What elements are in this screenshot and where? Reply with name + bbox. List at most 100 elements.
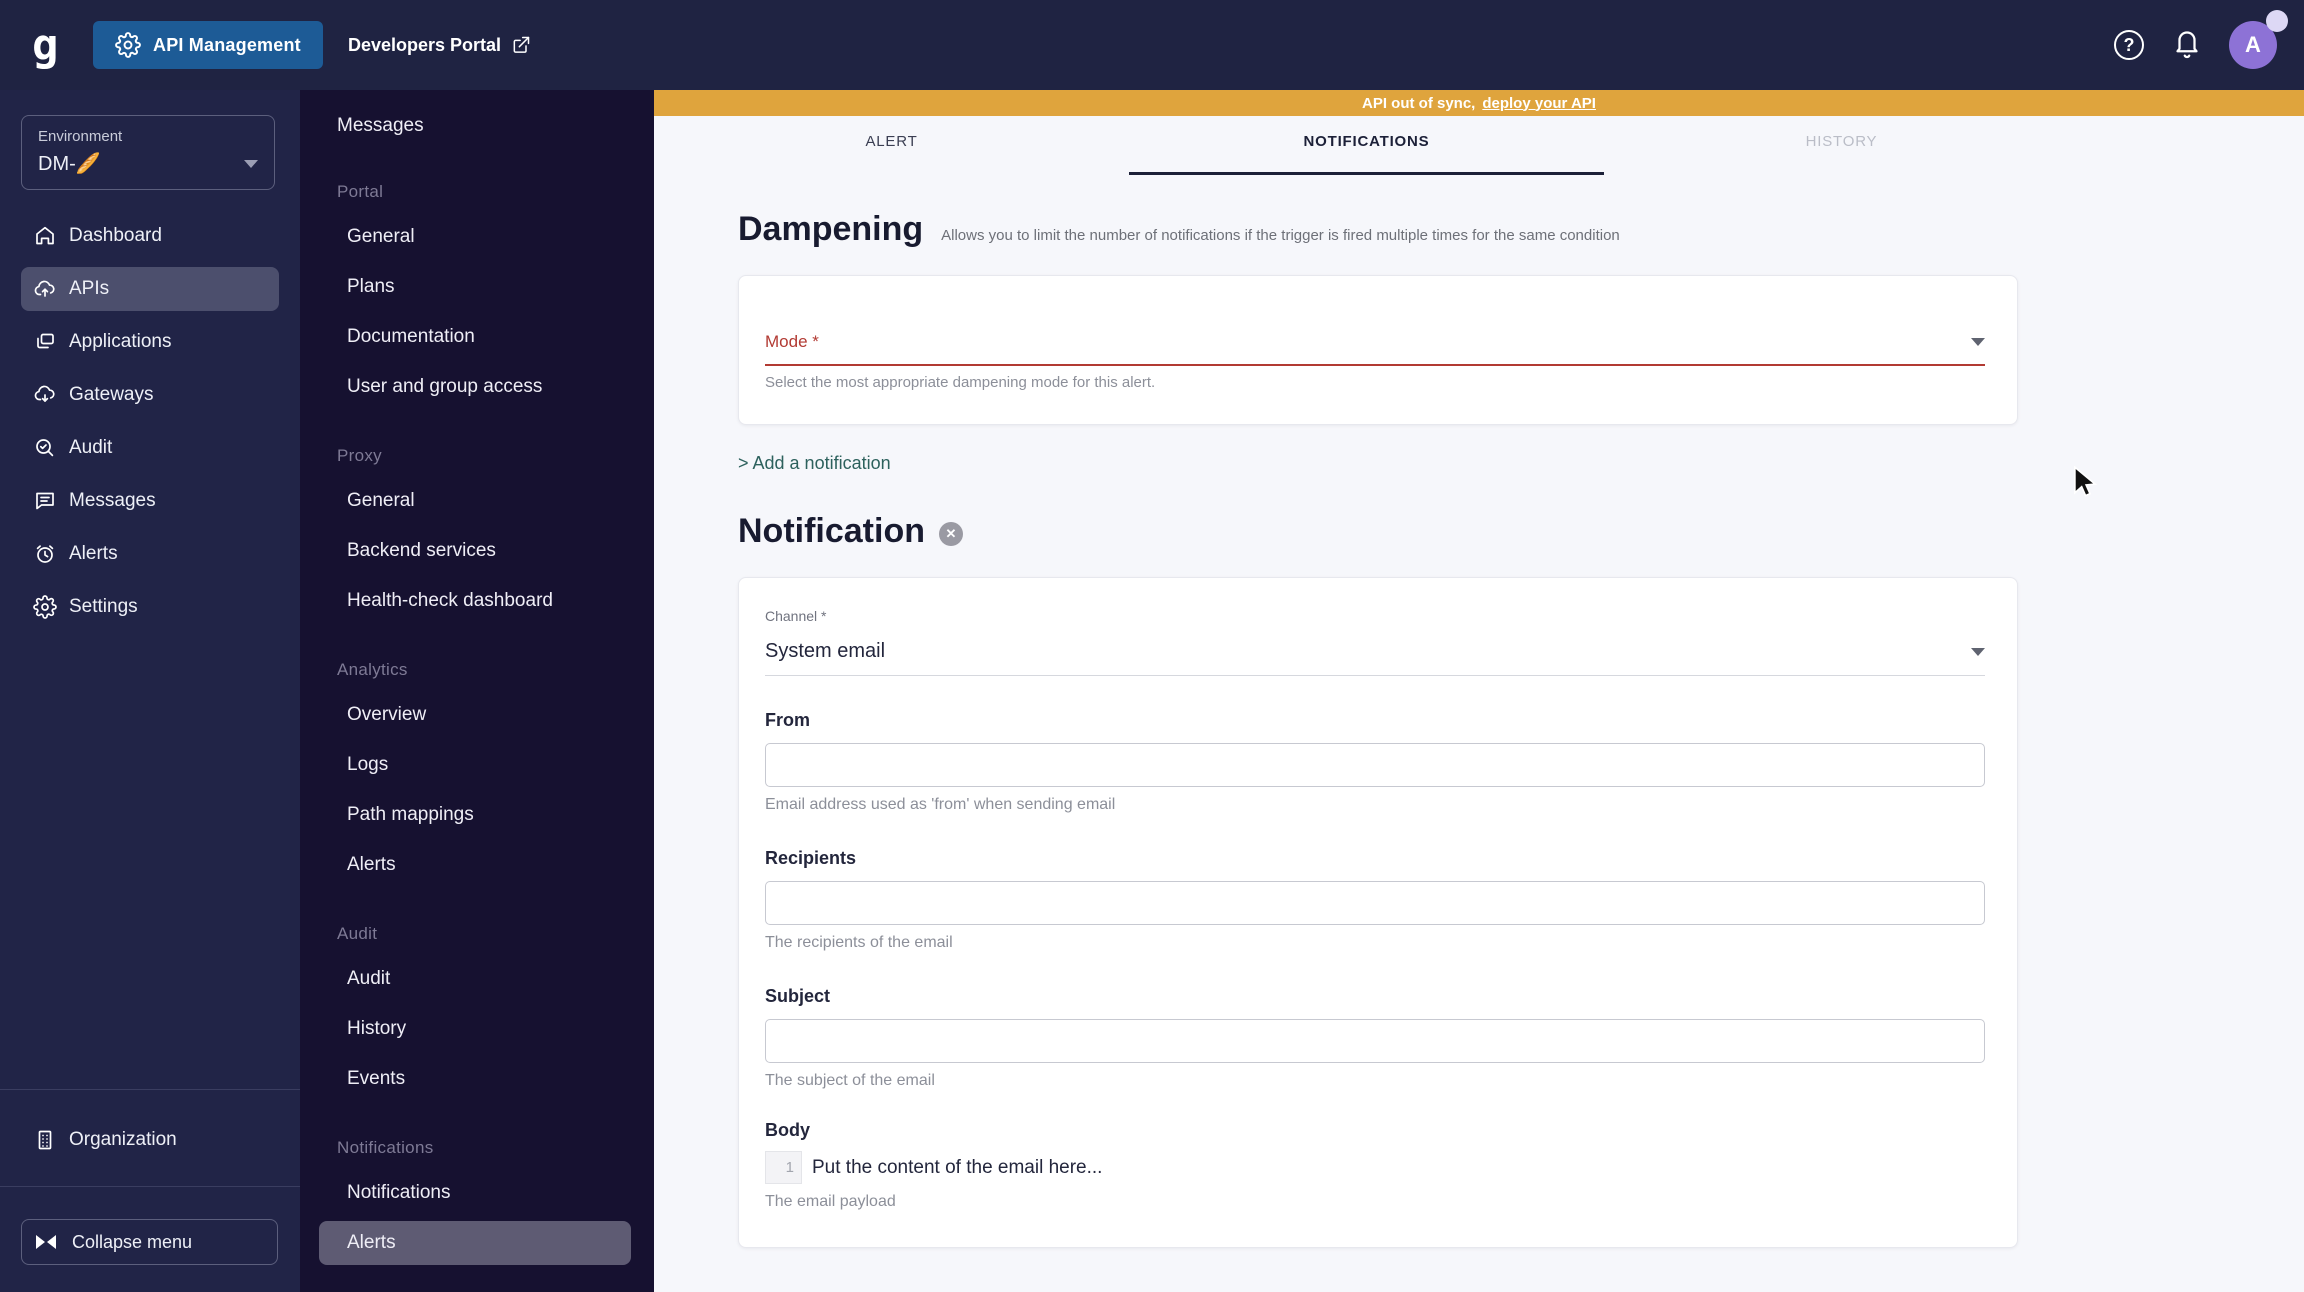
recipients-hint: The recipients of the email — [765, 934, 953, 951]
from-label: From — [765, 710, 810, 730]
cloud-download-icon — [34, 385, 55, 402]
subnav-item-logs[interactable]: Logs — [300, 740, 654, 790]
from-input[interactable] — [765, 743, 1985, 787]
bell-icon — [2176, 31, 2198, 59]
collapse-icon — [34, 1235, 58, 1249]
subnav-item-history[interactable]: History — [300, 1004, 654, 1054]
notifications-tab-content: Dampening Allows you to limit the number… — [654, 180, 2304, 1248]
sidebar-item-label: Audit — [69, 437, 113, 458]
sidebar-item-label: APIs — [69, 278, 110, 299]
subnav-item-backend-services[interactable]: Backend services — [300, 526, 654, 576]
subnav-item-analytics-alerts[interactable]: Alerts — [300, 840, 654, 890]
subnav-section-analytics: Analytics — [337, 660, 408, 679]
chevron-down-icon — [1971, 647, 1985, 656]
tab-notifications[interactable]: NOTIFICATIONS — [1129, 116, 1604, 180]
subnav-item-overview[interactable]: Overview — [300, 690, 654, 740]
subnav-item-alerts-active[interactable]: Alerts — [319, 1221, 631, 1265]
developers-portal-link[interactable]: Developers Portal — [348, 0, 531, 90]
subnav-item-proxy-general[interactable]: General — [300, 476, 654, 526]
environment-label: Environment — [38, 128, 123, 145]
avatar-letter: A — [2245, 32, 2261, 57]
subnav-item-messages[interactable]: Messages — [300, 104, 654, 148]
tab-bar: ALERT NOTIFICATIONS HISTORY — [654, 116, 2079, 180]
channel-value: System email — [765, 640, 886, 662]
sidebar-item-dashboard[interactable]: Dashboard — [21, 214, 279, 258]
close-icon: ✕ — [945, 525, 957, 541]
subnav-section-audit: Audit — [337, 924, 378, 943]
collapse-menu-button[interactable]: Collapse menu — [21, 1219, 278, 1265]
from-hint: Email address used as 'from' when sendin… — [765, 796, 1116, 813]
dampening-subtitle: Allows you to limit the number of notifi… — [941, 227, 1620, 244]
add-notification-link[interactable]: > Add a notification — [738, 453, 891, 474]
subnav-item-plans[interactable]: Plans — [300, 262, 654, 312]
collapse-menu-label: Collapse menu — [72, 1231, 193, 1252]
sidebar-item-applications[interactable]: Applications — [21, 320, 279, 364]
sidebar-item-audit[interactable]: Audit — [21, 426, 279, 470]
notification-title: Notification — [738, 512, 925, 550]
api-management-button[interactable]: API Management — [93, 21, 323, 69]
avatar-status-dot — [2266, 10, 2288, 32]
sidebar-item-label: Settings — [69, 596, 138, 617]
remove-notification-button[interactable]: ✕ — [938, 521, 963, 546]
primary-nav: Dashboard APIs Applications Gateways Aud… — [0, 214, 300, 638]
gravitee-logo-icon: g — [32, 19, 59, 71]
search-check-icon — [36, 439, 54, 457]
environment-select[interactable]: Environment DM-🥖 — [21, 115, 275, 190]
notifications-bell-button[interactable] — [2172, 29, 2202, 61]
sidebar-item-settings[interactable]: Settings — [21, 585, 279, 629]
gear-icon — [33, 595, 57, 619]
top-bar: g API Management Developers Portal ? A — [0, 0, 2304, 90]
building-icon — [38, 1130, 52, 1150]
subnav-item-general[interactable]: General — [300, 212, 654, 262]
mode-hint: Select the most appropriate dampening mo… — [765, 374, 1156, 391]
developers-portal-label: Developers Portal — [348, 34, 502, 55]
mode-label: Mode * — [765, 332, 819, 351]
environment-value: DM-🥖 — [38, 153, 101, 175]
sidebar-item-gateways[interactable]: Gateways — [21, 373, 279, 417]
recipients-input[interactable] — [765, 881, 1985, 925]
subnav-item-path-mappings[interactable]: Path mappings — [300, 790, 654, 840]
home-icon — [36, 226, 54, 245]
subnav-section-notifications: Notifications — [337, 1138, 434, 1157]
subnav-item-events[interactable]: Events — [300, 1054, 654, 1104]
api-secondary-sidebar: Messages Portal General Plans Documentat… — [300, 90, 654, 1292]
subject-input[interactable] — [765, 1019, 1985, 1063]
tab-history[interactable]: HISTORY — [1604, 116, 2079, 180]
sidebar-item-messages[interactable]: Messages — [21, 479, 279, 523]
primary-sidebar: Environment DM-🥖 Dashboard APIs Applicat… — [0, 90, 300, 1292]
app-root: g API Management Developers Portal ? A E… — [0, 0, 2304, 1292]
sidebar-item-alerts[interactable]: Alerts — [21, 532, 279, 576]
subnav-item-user-group-access[interactable]: User and group access — [300, 362, 654, 412]
notification-card: Channel * System email From Email addres… — [738, 577, 2018, 1248]
sidebar-item-label: Gateways — [69, 384, 154, 405]
sidebar-item-organization[interactable]: Organization — [21, 1112, 279, 1168]
channel-label: Channel * — [765, 608, 827, 624]
subnav-item-documentation[interactable]: Documentation — [300, 312, 654, 362]
recipients-label: Recipients — [765, 848, 857, 868]
chevron-down-icon — [244, 159, 258, 168]
external-link-icon — [513, 36, 530, 53]
sidebar-item-label: Dashboard — [69, 225, 162, 246]
sidebar-item-apis[interactable]: APIs — [21, 267, 279, 311]
mode-select[interactable]: Mode * — [765, 332, 1985, 352]
sidebar-item-label: Applications — [69, 331, 172, 352]
gear-icon — [115, 32, 141, 58]
dampening-card: Mode * Select the most appropriate dampe… — [738, 275, 2018, 425]
body-code-editor[interactable]: 1 Put the content of the email here... — [765, 1151, 1985, 1184]
body-label: Body — [765, 1120, 810, 1140]
help-button[interactable]: ? — [2114, 30, 2144, 60]
sidebar-divider — [0, 1186, 300, 1187]
api-out-of-sync-banner: API out of sync, deploy your API — [654, 90, 2304, 116]
channel-select[interactable]: System email — [765, 640, 1985, 676]
subject-hint: The subject of the email — [765, 1072, 935, 1089]
deploy-api-link[interactable]: deploy your API — [1482, 95, 1596, 112]
tab-alert[interactable]: ALERT — [654, 116, 1129, 180]
subnav-item-healthcheck-dashboard[interactable]: Health-check dashboard — [300, 576, 654, 626]
subnav-item-audit[interactable]: Audit — [300, 954, 654, 1004]
subnav-item-notifications[interactable]: Notifications — [300, 1168, 654, 1218]
sidebar-item-label: Messages — [69, 490, 156, 511]
editor-line-number: 1 — [765, 1151, 802, 1184]
sidebar-item-label: Organization — [69, 1129, 177, 1150]
api-management-label: API Management — [153, 34, 301, 55]
sidebar-divider — [0, 1089, 300, 1090]
